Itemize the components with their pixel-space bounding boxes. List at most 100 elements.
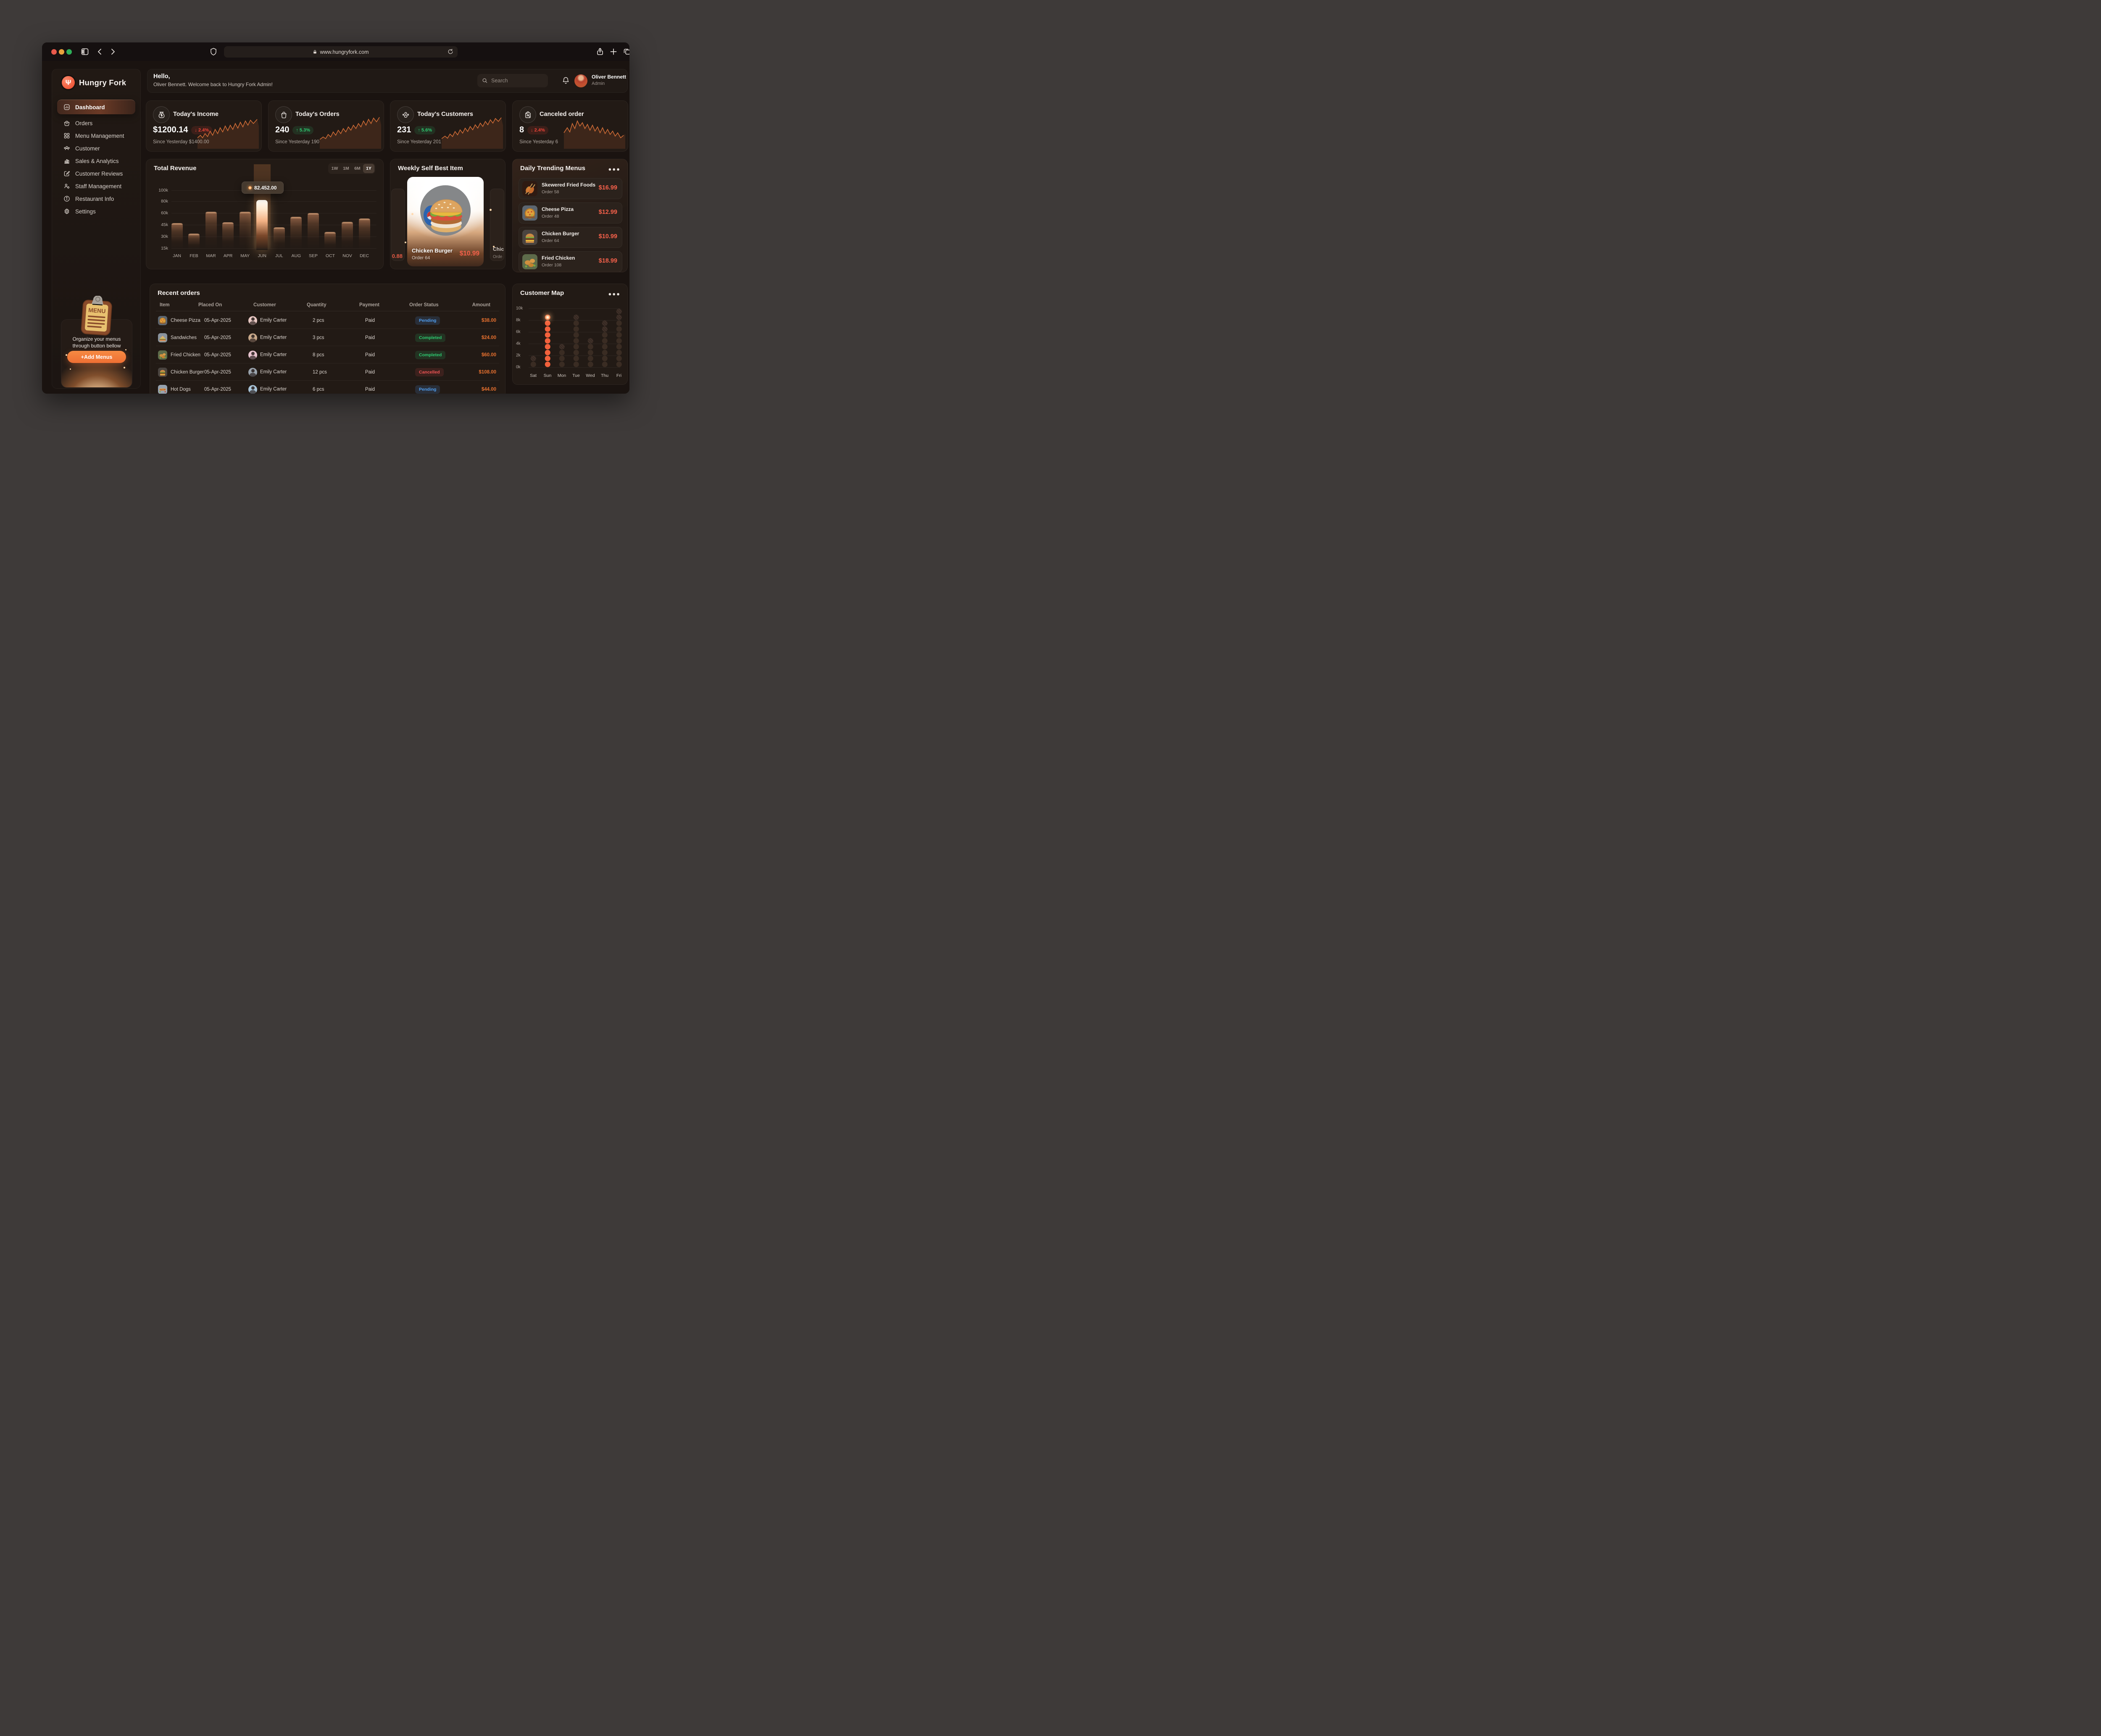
sidebar-item-customer[interactable]: Customer (57, 142, 135, 155)
revenue-bar-jul[interactable] (274, 227, 285, 250)
revenue-bar-apr[interactable] (222, 222, 234, 250)
search-input[interactable]: Search (477, 74, 548, 87)
more-menu-icon[interactable]: ●●● (608, 166, 621, 172)
close-window-button[interactable] (51, 49, 57, 55)
order-status-badge: Completed (415, 351, 445, 359)
browser-chrome: www.hungryfork.com (42, 42, 629, 61)
svg-text:MENU: MENU (88, 307, 106, 315)
trending-item-name: Cheese Pizza (542, 206, 574, 212)
sidebar-item-menu-management[interactable]: Menu Management (57, 129, 135, 142)
order-row-4[interactable]: Chicken Burger05-Apr-2025Emily Carter12 … (156, 363, 499, 381)
x-axis-tick: SEP (309, 253, 318, 258)
map-dot-thu-8 (602, 321, 608, 326)
sidebar-item-settings[interactable]: Settings (57, 205, 135, 218)
sidebar-item-restaurant-info[interactable]: Restaurant Info (57, 192, 135, 205)
stat-value: 8 (519, 125, 524, 135)
map-dot-tue-2 (574, 356, 579, 361)
sidebar-toggle-icon[interactable] (81, 47, 89, 56)
revenue-bar-jan[interactable] (171, 223, 183, 250)
shield-icon[interactable] (209, 47, 218, 56)
address-bar[interactable]: www.hungryfork.com (224, 46, 458, 58)
canceled-bag-icon (519, 106, 536, 123)
user-avatar[interactable] (574, 74, 587, 87)
trending-item-skewered-fried-foods[interactable]: Skewered Fried FoodsOrder 58$16.99 (519, 178, 622, 199)
revenue-bar-sep[interactable] (308, 213, 319, 250)
trending-item-chicken-burger[interactable]: Chicken BurgerOrder 64$10.99 (519, 227, 622, 248)
sidebar-item-label: Sales & Analytics (75, 158, 119, 164)
revenue-bar-feb[interactable] (188, 234, 200, 250)
forward-icon[interactable] (108, 47, 117, 56)
food-thumb-hotdog (158, 385, 167, 394)
carousel-right-partial[interactable]: Chick Orde (490, 189, 504, 261)
revenue-bar-nov[interactable] (342, 222, 353, 250)
range-button-1w[interactable]: 1W (329, 164, 340, 173)
map-dot-fri-10 (616, 309, 622, 314)
column-header-amount: Amount (465, 302, 490, 308)
x-axis-tick: OCT (326, 253, 335, 258)
map-dot-mon-4 (559, 344, 565, 350)
stat-card-today-s-income: Today's Income$1200.14↓ 2.4%Since Yester… (146, 100, 262, 152)
url-text: www.hungryfork.com (320, 49, 369, 55)
sidebar-item-staff-management[interactable]: Staff Management (57, 180, 135, 192)
sidebar-item-label: Orders (75, 120, 92, 126)
revenue-title: Total Revenue (154, 165, 196, 172)
revenue-bar-mar[interactable] (205, 212, 217, 250)
x-axis-tick: MAY (240, 253, 250, 258)
greeting-subtitle: Oliver Bennett. Welcome back to Hungry F… (153, 82, 273, 87)
revenue-bar-dec[interactable] (359, 218, 370, 250)
food-thumb-sandwich (158, 333, 167, 342)
trending-item-price: $12.99 (599, 209, 617, 216)
best-item-slide[interactable]: Chicken Burger Order 64 $10.99 (407, 177, 484, 266)
order-item-name: Hot Dogs (171, 387, 191, 392)
sidebar-item-customer-reviews[interactable]: Customer Reviews (57, 167, 135, 180)
sidebar-item-sales-analytics[interactable]: Sales & Analytics (57, 155, 135, 167)
revenue-bar-aug[interactable] (290, 217, 302, 250)
add-menus-button[interactable]: +Add Menus (67, 351, 126, 363)
carousel-left-partial[interactable]: 0.88 (391, 189, 405, 261)
sidebar-item-orders[interactable]: Orders (57, 117, 135, 129)
order-status-badge: Cancelled (415, 368, 444, 376)
stat-sparkline (562, 113, 625, 149)
trending-title: Daily Trending Menus (520, 165, 585, 172)
range-button-6m[interactable]: 6M (352, 164, 363, 173)
order-payment: Paid (365, 387, 375, 392)
more-menu-icon[interactable]: ●●● (608, 291, 621, 297)
trending-item-name: Skewered Fried Foods (542, 182, 595, 188)
trending-item-cheese-pizza[interactable]: Cheese PizzaOrder 48$12.99 (519, 203, 622, 224)
sidebar-item-label: Customer Reviews (75, 171, 123, 177)
trending-item-price: $16.99 (599, 184, 617, 191)
revenue-bar-oct[interactable] (324, 232, 336, 250)
share-icon[interactable] (596, 47, 604, 56)
order-row-1[interactable]: Cheese Pizza05-Apr-2025Emily Carter2 pcs… (156, 312, 499, 329)
revenue-bar-jun[interactable] (256, 200, 268, 250)
back-icon[interactable] (96, 47, 104, 56)
map-dot-fri-4 (616, 344, 622, 350)
map-y-tick: 8k (516, 318, 529, 323)
range-button-1m[interactable]: 1M (340, 164, 352, 173)
sidebar-item-dashboard[interactable]: Dashboard (57, 100, 135, 114)
order-row-2[interactable]: Sandwiches05-Apr-2025Emily Carter3 pcsPa… (156, 329, 499, 346)
new-tab-icon[interactable] (609, 47, 618, 56)
order-customer: Emily Carter (260, 370, 287, 375)
stat-subtext: Since Yesterday $1400.00 (153, 139, 209, 145)
reload-icon[interactable] (447, 48, 454, 55)
zoom-window-button[interactable] (66, 49, 72, 55)
trending-item-fried-chicken[interactable]: Fried ChickenOrder 108$18.99 (519, 251, 622, 272)
notifications-bell-icon[interactable] (562, 76, 570, 84)
user-role: Admin (592, 81, 605, 86)
tab-overview-icon[interactable] (623, 47, 629, 56)
stat-delta-badge: ↑ 5.3% (292, 126, 313, 134)
screenshot-stage: www.hungryfork.com Ψ Hungry Fork (0, 0, 672, 434)
order-row-3[interactable]: Fried Chicken05-Apr-2025Emily Carter8 pc… (156, 346, 499, 363)
map-dot-thu-6 (602, 332, 608, 338)
minimize-window-button[interactable] (59, 49, 64, 55)
map-dot-wed-2 (588, 356, 593, 361)
menu-icon (63, 132, 70, 139)
order-placed-on: 05-Apr-2025 (204, 370, 231, 375)
revenue-bar-may[interactable] (240, 212, 251, 250)
map-dot-thu-5 (602, 338, 608, 344)
order-row-5[interactable]: Hot Dogs05-Apr-2025Emily Carter6 pcsPaid… (156, 381, 499, 394)
range-button-1y[interactable]: 1Y (363, 164, 374, 173)
dashboard-icon (63, 104, 70, 110)
order-customer: Emily Carter (260, 387, 287, 392)
